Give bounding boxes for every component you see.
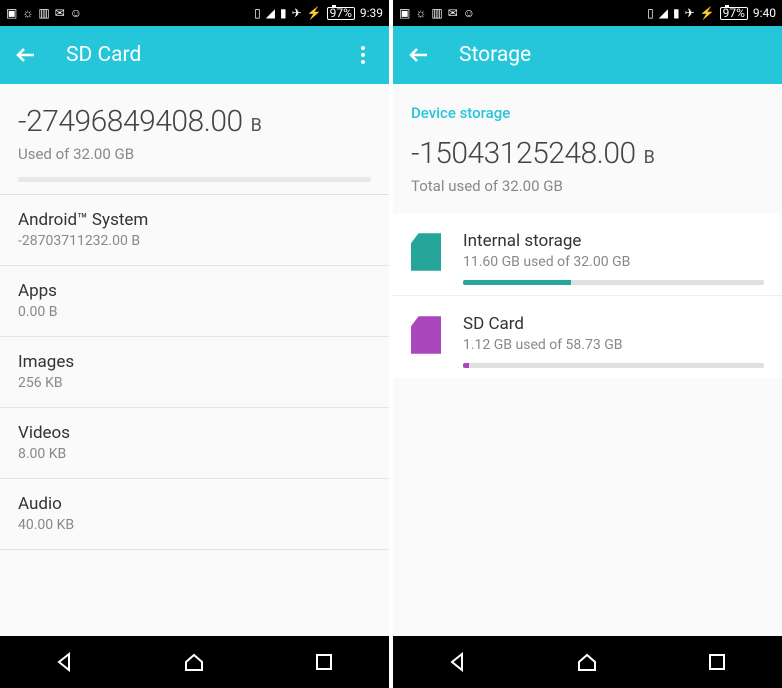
notification-icon: ☺ [70, 6, 82, 20]
nav-bar [393, 636, 782, 688]
storage-name: Internal storage [463, 231, 764, 251]
storage-used: 11.60 GB used of 32.00 GB [463, 254, 764, 270]
warning-icon: ▮ [280, 6, 287, 20]
warning-icon: ▮ [673, 6, 680, 20]
section-header: Device storage [411, 104, 764, 122]
progress-bar [463, 280, 764, 285]
screen-storage: ▣ ☼ ▥ ✉ ☺ ▯ ◢ ▮ ✈ ⚡ 97% 9:40 Storage Dev… [393, 0, 782, 688]
category-value: 8.00 KB [18, 446, 371, 462]
category-label: Videos [18, 423, 371, 443]
clock: 9:40 [753, 6, 776, 20]
mail-icon: ✉ [55, 6, 65, 20]
category-value: -28703711232.00 B [18, 233, 371, 249]
used-value: -27496849408.00 [18, 104, 243, 139]
charging-icon: ⚡ [307, 6, 322, 20]
storage-item[interactable]: SD Card 1.12 GB used of 58.73 GB [393, 296, 782, 378]
vibrate-icon: ▯ [647, 6, 654, 20]
category-label: Audio [18, 494, 371, 514]
nav-home-icon[interactable] [182, 650, 206, 674]
vibrate-icon: ▯ [254, 6, 261, 20]
status-bar: ▣ ☼ ▥ ✉ ☺ ▯ ◢ ▮ ✈ ⚡ 97% 9:39 [0, 0, 389, 26]
category-label: Android™ System [18, 210, 371, 230]
category-value: 40.00 KB [18, 517, 371, 533]
wifi-icon: ◢ [266, 6, 275, 20]
sim-icon: ▥ [38, 6, 49, 20]
sim-icon: ▥ [431, 6, 442, 20]
storage-item[interactable]: Internal storage 11.60 GB used of 32.00 G… [393, 213, 782, 296]
category-row[interactable]: Images 256 KB [0, 337, 389, 408]
battery-icon: 97% [327, 7, 355, 20]
category-label: Apps [18, 281, 371, 301]
category-value: 0.00 B [18, 304, 371, 320]
content[interactable]: -27496849408.00 B Used of 32.00 GB Andro… [0, 84, 389, 636]
sd-card-icon [411, 316, 441, 354]
category-row[interactable]: Videos 8.00 KB [0, 408, 389, 479]
status-bar: ▣ ☼ ▥ ✉ ☺ ▯ ◢ ▮ ✈ ⚡ 97% 9:40 [393, 0, 782, 26]
used-value: -15043125248.00 [411, 136, 636, 171]
category-row[interactable]: Audio 40.00 KB [0, 479, 389, 550]
nav-back-icon[interactable] [53, 650, 77, 674]
charging-icon: ⚡ [700, 6, 715, 20]
storage-summary: Device storage -15043125248.00 B Total u… [393, 84, 782, 207]
used-subtitle: Used of 32.00 GB [18, 145, 371, 163]
airplane-icon: ✈ [685, 6, 695, 20]
back-icon[interactable] [407, 43, 431, 67]
mail-icon: ✉ [448, 6, 458, 20]
overflow-menu-icon[interactable] [351, 43, 375, 67]
nav-recent-icon[interactable] [312, 650, 336, 674]
airplane-icon: ✈ [292, 6, 302, 20]
app-bar: SD Card [0, 26, 389, 84]
nav-recent-icon[interactable] [705, 650, 729, 674]
sd-card-icon [411, 233, 441, 271]
notification-icon: ☺ [463, 6, 475, 20]
bulb-icon: ☼ [22, 6, 33, 20]
used-unit: B [251, 115, 262, 136]
bulb-icon: ☼ [415, 6, 426, 20]
content[interactable]: Device storage -15043125248.00 B Total u… [393, 84, 782, 636]
battery-icon: 97% [720, 7, 748, 20]
category-value: 256 KB [18, 375, 371, 391]
category-row[interactable]: Android™ System -28703711232.00 B [0, 195, 389, 266]
back-icon[interactable] [14, 43, 38, 67]
storage-name: SD Card [463, 314, 764, 334]
image-icon: ▣ [6, 6, 17, 20]
category-label: Images [18, 352, 371, 372]
page-title: Storage [459, 43, 768, 67]
nav-bar [0, 636, 389, 688]
storage-summary: -27496849408.00 B Used of 32.00 GB [0, 84, 389, 194]
storage-used: 1.12 GB used of 58.73 GB [463, 337, 764, 353]
image-icon: ▣ [399, 6, 410, 20]
progress-bar [463, 363, 764, 368]
screen-sd-card: ▣ ☼ ▥ ✉ ☺ ▯ ◢ ▮ ✈ ⚡ 97% 9:39 SD Card -27… [0, 0, 389, 688]
used-unit: B [644, 147, 655, 168]
usage-bar [18, 177, 371, 182]
used-subtitle: Total used of 32.00 GB [411, 177, 764, 195]
page-title: SD Card [66, 43, 351, 67]
clock: 9:39 [360, 6, 383, 20]
nav-back-icon[interactable] [446, 650, 470, 674]
nav-home-icon[interactable] [575, 650, 599, 674]
category-row[interactable]: Apps 0.00 B [0, 266, 389, 337]
app-bar: Storage [393, 26, 782, 84]
wifi-icon: ◢ [659, 6, 668, 20]
